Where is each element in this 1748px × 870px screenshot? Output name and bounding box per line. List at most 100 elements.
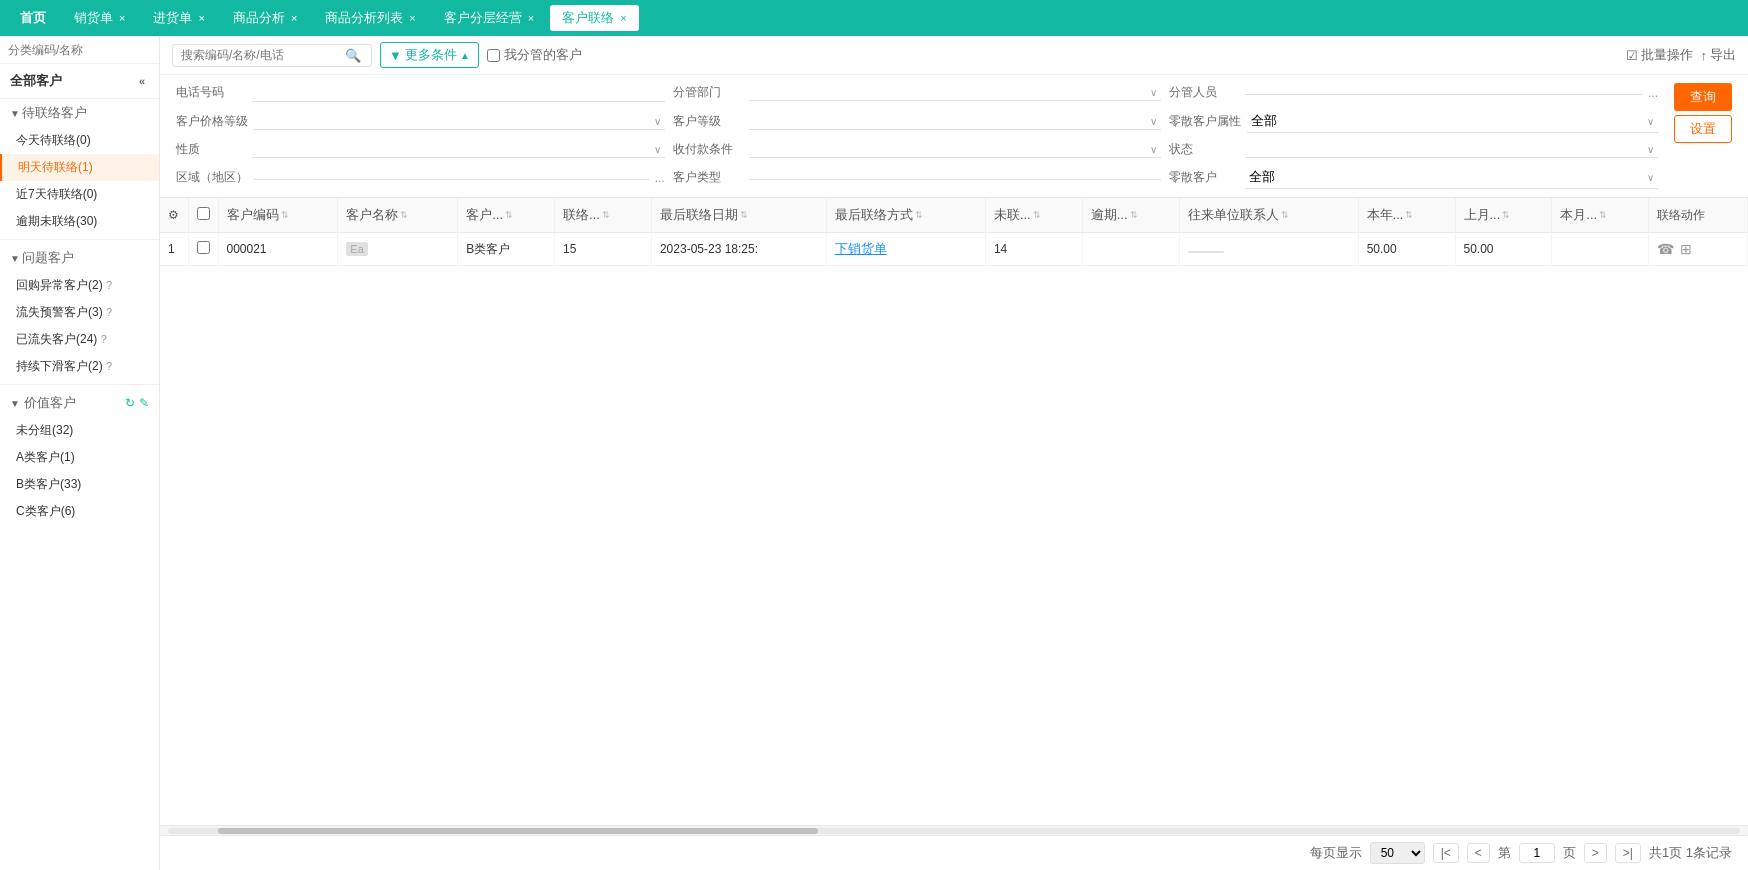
action-phone-icon[interactable]: ☎ [1657, 241, 1674, 257]
chevron-up-icon: ▲ [460, 50, 470, 61]
sidebar-section-problem[interactable]: ▼ 问题客户 [0, 244, 159, 272]
next-page-btn[interactable]: > [1584, 843, 1607, 863]
payment-select[interactable]: ∨ [749, 142, 1162, 158]
sidebar-section-value[interactable]: ▼ 价值客户 ↻ ✎ [0, 389, 159, 417]
close-product-analysis-list-tab[interactable]: × [409, 12, 415, 24]
td-actions: ☎ ⊞ [1649, 233, 1748, 266]
retail-customer-chevron: ∨ [1647, 172, 1654, 183]
td-customer-name: Ea [338, 233, 458, 266]
more-conditions-btn[interactable]: ▼ 更多条件 ▲ [380, 42, 479, 68]
dept-select[interactable]: ∨ [749, 85, 1162, 101]
sidebar-item-today[interactable]: 今天待联络(0) [0, 127, 159, 154]
th-contact-person[interactable]: 往来单位联系人⇅ [1179, 198, 1358, 233]
last-page-btn[interactable]: >| [1615, 843, 1641, 863]
th-contact-count[interactable]: 联络...⇅ [555, 198, 652, 233]
th-this-month[interactable]: 本月...⇅ [1552, 198, 1649, 233]
td-checkbox[interactable] [188, 233, 218, 266]
sidebar-item-tomorrow[interactable]: 明天待联络(1) [0, 154, 159, 181]
customer-type-select[interactable] [749, 175, 1162, 180]
total-records: 共1页 1条记录 [1649, 844, 1732, 862]
th-uncontacted[interactable]: 未联...⇅ [985, 198, 1082, 233]
sidebar-section-pending[interactable]: ▼ 待联络客户 [0, 99, 159, 127]
export-icon: ↑ [1701, 48, 1708, 63]
close-customer-tier-tab[interactable]: × [528, 12, 534, 24]
row-checkbox[interactable] [197, 241, 210, 254]
retail-customer-select[interactable]: 全部 ∨ [1245, 166, 1658, 189]
nav-product-analysis[interactable]: 商品分析 × [221, 5, 309, 31]
phone-input[interactable] [252, 83, 665, 102]
sidebar-item-type-a[interactable]: A类客户(1) [0, 444, 159, 471]
customer-level-select[interactable]: ∨ [749, 114, 1162, 130]
sidebar-item-overdue[interactable]: 逾期未联络(30) [0, 208, 159, 235]
sidebar-item-ungrouped[interactable]: 未分组(32) [0, 417, 159, 444]
my-customers-check[interactable] [487, 49, 500, 62]
sidebar-all-customers[interactable]: 全部客户 « [0, 64, 159, 99]
search-main-icon[interactable]: 🔍 [345, 48, 361, 63]
prev-page-btn[interactable]: < [1467, 843, 1490, 863]
filter-row-1: 电话号码 分管部门 ∨ 分管人员 [176, 83, 1658, 102]
nav-product-analysis-list[interactable]: 商品分析列表 × [313, 5, 427, 31]
nav-customer-contact[interactable]: 客户联络 × [550, 5, 638, 31]
filter-customer-type: 客户类型 [673, 169, 1162, 186]
nav-sales[interactable]: 销货单 × [62, 5, 137, 31]
sidebar-search-input[interactable] [8, 43, 158, 57]
export-btn[interactable]: ↑ 导出 [1701, 46, 1737, 64]
close-product-analysis-tab[interactable]: × [291, 12, 297, 24]
refresh-icon[interactable]: ↻ [125, 396, 135, 410]
nav-customer-tier[interactable]: 客户分层经营 × [432, 5, 546, 31]
sidebar-item-churn-warning[interactable]: 流失预警客户(3) ? [0, 299, 159, 326]
person-select[interactable] [1245, 90, 1642, 95]
sidebar-item-repurchase-abnormal[interactable]: 回购异常客户(2) ? [0, 272, 159, 299]
status-select[interactable]: ∨ [1245, 142, 1658, 158]
th-overdue[interactable]: 逾期...⇅ [1082, 198, 1179, 233]
region-select[interactable] [254, 175, 649, 180]
scrollbar-thumb[interactable] [218, 828, 818, 834]
region-dots[interactable]: ... [655, 171, 665, 185]
close-purchase-tab[interactable]: × [198, 12, 204, 24]
th-gear[interactable]: ⚙ [160, 198, 188, 233]
page-number-input[interactable] [1519, 843, 1555, 863]
page-suffix: 页 [1563, 844, 1576, 862]
table-header-row: ⚙ 客户编码⇅ 客户名称⇅ 客户...⇅ [160, 198, 1748, 233]
person-dots[interactable]: ... [1648, 86, 1658, 100]
batch-operation-btn[interactable]: ☑ 批量操作 [1626, 46, 1693, 64]
th-customer-type[interactable]: 客户...⇅ [458, 198, 555, 233]
th-customer-name[interactable]: 客户名称⇅ [338, 198, 458, 233]
price-level-select[interactable]: ∨ [254, 114, 665, 130]
page-size-select[interactable]: 50 10 20 100 [1370, 842, 1425, 864]
sidebar-item-type-c[interactable]: C类客户(6) [0, 498, 159, 525]
batch-icon: ☑ [1626, 48, 1638, 63]
close-customer-contact-tab[interactable]: × [620, 12, 626, 24]
sort-icon-code: ⇅ [281, 210, 289, 220]
th-last-month[interactable]: 上月...⇅ [1455, 198, 1552, 233]
sidebar-collapse-icon[interactable]: « [139, 75, 145, 87]
sidebar-item-type-b[interactable]: B类客户(33) [0, 471, 159, 498]
edit-icon[interactable]: ✎ [139, 396, 149, 410]
nature-select[interactable]: ∨ [252, 142, 665, 158]
sidebar-item-week7[interactable]: 近7天待联络(0) [0, 181, 159, 208]
th-this-year[interactable]: 本年...⇅ [1358, 198, 1455, 233]
settings-button[interactable]: 设置 [1674, 115, 1732, 143]
th-checkbox [188, 198, 218, 233]
query-button[interactable]: 查询 [1674, 83, 1732, 111]
my-customers-checkbox[interactable]: 我分管的客户 [487, 46, 582, 64]
action-grid-icon[interactable]: ⊞ [1680, 241, 1692, 257]
first-page-btn[interactable]: |< [1433, 843, 1459, 863]
nav-purchase[interactable]: 进货单 × [141, 5, 216, 31]
th-last-contact-method[interactable]: 最后联络方式⇅ [826, 198, 985, 233]
select-all-checkbox[interactable] [197, 207, 210, 220]
th-last-contact-date[interactable]: 最后联络日期⇅ [651, 198, 826, 233]
filter-region: 区域（地区） ... [176, 169, 665, 186]
th-customer-code[interactable]: 客户编码⇅ [218, 198, 338, 233]
retail-attr-select[interactable]: 全部 ∨ [1247, 110, 1658, 133]
sidebar-item-churned[interactable]: 已流失客户(24) ? [0, 326, 159, 353]
filter-retail-attr: 零散客户属性 全部 ∨ [1169, 110, 1658, 133]
sidebar-item-declining[interactable]: 持续下滑客户(2) ? [0, 353, 159, 380]
nav-home[interactable]: 首页 [8, 5, 58, 31]
td-last-contact-method[interactable]: 下销货单 [826, 233, 985, 266]
sort-icon-overdue: ⇅ [1130, 210, 1138, 220]
filter-right-btns: 查询 设置 [1674, 83, 1732, 189]
search-main-input[interactable] [181, 48, 341, 62]
arrow-icon-2: ▼ [10, 253, 20, 264]
close-sales-tab[interactable]: × [119, 12, 125, 24]
